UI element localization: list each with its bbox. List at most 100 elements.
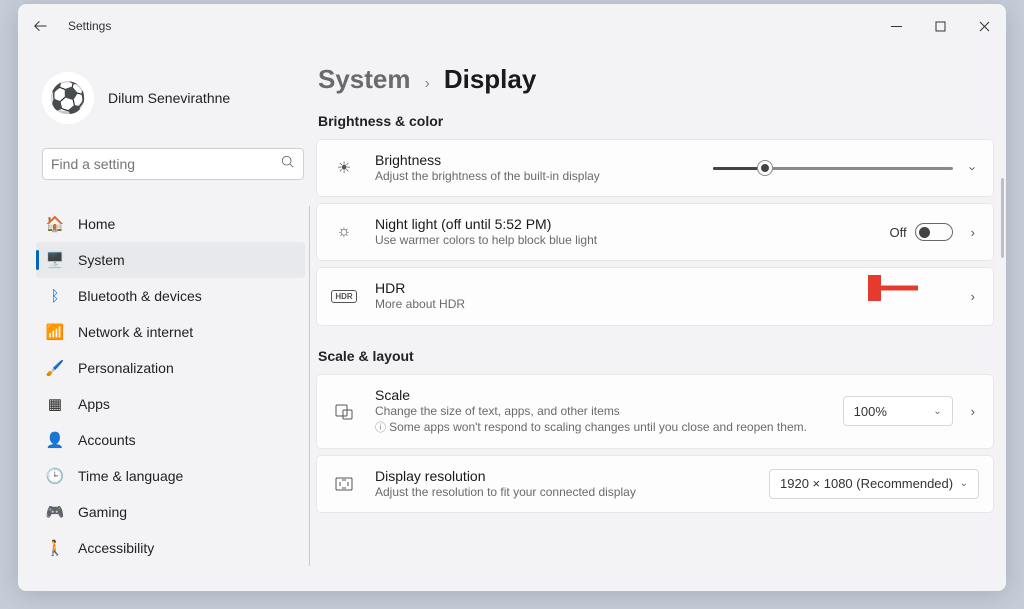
hdr-card[interactable]: HDR HDR More about HDR › <box>316 267 994 325</box>
nav-network[interactable]: 📶 Network & internet <box>36 314 305 350</box>
window-title: Settings <box>68 19 111 33</box>
nav-home[interactable]: 🏠 Home <box>36 206 305 242</box>
card-title: Scale <box>375 387 825 403</box>
card-right: 1920 × 1080 (Recommended) ⌄ <box>769 469 979 499</box>
minimize-button[interactable] <box>874 10 918 42</box>
brush-icon: 🖌️ <box>46 359 64 377</box>
card-body: Display resolution Adjust the resolution… <box>375 468 751 500</box>
nav-list: 🏠 Home 🖥️ System ᛒ Bluetooth & devices 📶 Net… <box>36 206 310 566</box>
card-title: Brightness <box>375 152 695 168</box>
card-sub: More about HDR <box>375 296 949 312</box>
nav-label: Accessibility <box>78 540 154 556</box>
titlebar-left: Settings <box>28 14 111 38</box>
nav-gaming[interactable]: 🎮 Gaming <box>36 494 305 530</box>
search-box[interactable] <box>42 148 304 180</box>
nav-accounts[interactable]: 👤Accounts <box>36 422 305 458</box>
section-scale-layout: Scale & layout <box>318 348 994 364</box>
system-icon: 🖥️ <box>46 251 64 269</box>
card-body: Night light (off until 5:52 PM) Use warm… <box>375 216 872 248</box>
accessibility-icon: 🚶 <box>46 539 64 557</box>
brightness-card[interactable]: ☀ Brightness Adjust the brightness of th… <box>316 139 994 197</box>
nav-label: Network & internet <box>78 324 193 340</box>
back-button[interactable] <box>28 14 52 38</box>
resolution-icon <box>331 474 357 494</box>
card-title: Display resolution <box>375 468 751 484</box>
nav-apps[interactable]: ▦ Apps <box>36 386 305 422</box>
nav-label: Accounts <box>78 432 136 448</box>
card-info: Some apps won't respond to scaling chang… <box>375 419 825 436</box>
chevron-down-icon[interactable]: › <box>965 162 980 174</box>
nav-label: System <box>78 252 125 268</box>
night-light-card[interactable]: ☼ Night light (off until 5:52 PM) Use wa… <box>316 203 994 261</box>
card-right: › <box>967 289 979 304</box>
close-button[interactable] <box>962 10 1006 42</box>
card-sub: Change the size of text, apps, and other… <box>375 403 825 419</box>
breadcrumb: System › Display <box>316 64 994 95</box>
night-light-toggle[interactable] <box>915 223 953 241</box>
breadcrumb-current: Display <box>444 64 537 95</box>
nav-bluetooth[interactable]: ᛒ Bluetooth & devices <box>36 278 305 314</box>
username: Dilum Senevirathne <box>108 90 230 106</box>
brightness-slider[interactable] <box>713 167 953 170</box>
slider-thumb[interactable] <box>758 161 772 175</box>
chevron-right-icon[interactable]: › <box>967 289 979 304</box>
section-brightness-color: Brightness & color <box>318 113 994 129</box>
night-light-toggle-group: Off <box>890 223 953 241</box>
dropdown-value: 1920 × 1080 (Recommended) <box>780 476 953 491</box>
gamepad-icon: 🎮 <box>46 503 64 521</box>
titlebar: Settings <box>18 4 1006 48</box>
toggle-label: Off <box>890 225 907 240</box>
scale-icon <box>331 401 357 421</box>
clock-icon: 🕒 <box>46 467 64 485</box>
card-title: HDR <box>375 280 949 296</box>
scrollbar-thumb[interactable] <box>1001 178 1004 258</box>
card-body: HDR More about HDR <box>375 280 949 312</box>
nav-label: Gaming <box>78 504 127 520</box>
home-icon: 🏠 <box>46 215 64 233</box>
nav-label: Bluetooth & devices <box>78 288 202 304</box>
bluetooth-icon: ᛒ <box>46 287 64 305</box>
scale-dropdown[interactable]: 100% ⌄ <box>843 396 953 426</box>
card-body: Brightness Adjust the brightness of the … <box>375 152 695 184</box>
nav-time[interactable]: 🕒 Time & language <box>36 458 305 494</box>
window-controls <box>874 10 1006 42</box>
nav-system[interactable]: 🖥️ System <box>36 242 305 278</box>
resolution-card[interactable]: Display resolution Adjust the resolution… <box>316 455 994 513</box>
main-panel: System › Display Brightness & color ☀ Br… <box>316 48 1006 591</box>
night-light-icon: ☼ <box>331 223 357 241</box>
breadcrumb-parent[interactable]: System <box>318 64 411 95</box>
hdr-icon: HDR <box>331 290 357 303</box>
sun-icon: ☀ <box>331 158 357 178</box>
user-profile[interactable]: ⚽ Dilum Senevirathne <box>42 72 310 124</box>
apps-icon: ▦ <box>46 395 64 413</box>
sidebar: ⚽ Dilum Senevirathne 🏠 Home 🖥️ System ᛒ Blu… <box>18 48 316 591</box>
chevron-right-icon[interactable]: › <box>967 404 979 419</box>
card-right: 100% ⌄ › <box>843 396 979 426</box>
content-area: ⚽ Dilum Senevirathne 🏠 Home 🖥️ System ᛒ Blu… <box>18 48 1006 591</box>
search-icon <box>281 155 295 174</box>
nav-label: Home <box>78 216 115 232</box>
nav-personalization[interactable]: 🖌️Personalization <box>36 350 305 386</box>
resolution-dropdown[interactable]: 1920 × 1080 (Recommended) ⌄ <box>769 469 979 499</box>
card-right: › <box>713 161 979 176</box>
card-title: Night light (off until 5:52 PM) <box>375 216 872 232</box>
chevron-down-icon: ⌄ <box>960 478 968 489</box>
card-sub: Use warmer colors to help block blue lig… <box>375 232 872 248</box>
wifi-icon: 📶 <box>46 323 64 341</box>
card-sub: Adjust the brightness of the built-in di… <box>375 168 695 184</box>
chevron-right-icon[interactable]: › <box>967 225 979 240</box>
avatar: ⚽ <box>42 72 94 124</box>
card-sub: Adjust the resolution to fit your connec… <box>375 484 751 500</box>
nav-label: Apps <box>78 396 110 412</box>
search-input[interactable] <box>51 156 281 172</box>
card-body: Scale Change the size of text, apps, and… <box>375 387 825 436</box>
chevron-right-icon: › <box>425 75 430 93</box>
maximize-button[interactable] <box>918 10 962 42</box>
nav-accessibility[interactable]: 🚶 Accessibility <box>36 530 305 566</box>
card-right: Off › <box>890 223 979 241</box>
scale-card[interactable]: Scale Change the size of text, apps, and… <box>316 374 994 449</box>
dropdown-value: 100% <box>854 404 887 419</box>
settings-window: Settings ⚽ Dilum Senevirathne 🏠 Home 🖥️ Sy… <box>18 4 1006 591</box>
nav-label: Time & language <box>78 468 183 484</box>
chevron-down-icon: ⌄ <box>933 406 941 417</box>
